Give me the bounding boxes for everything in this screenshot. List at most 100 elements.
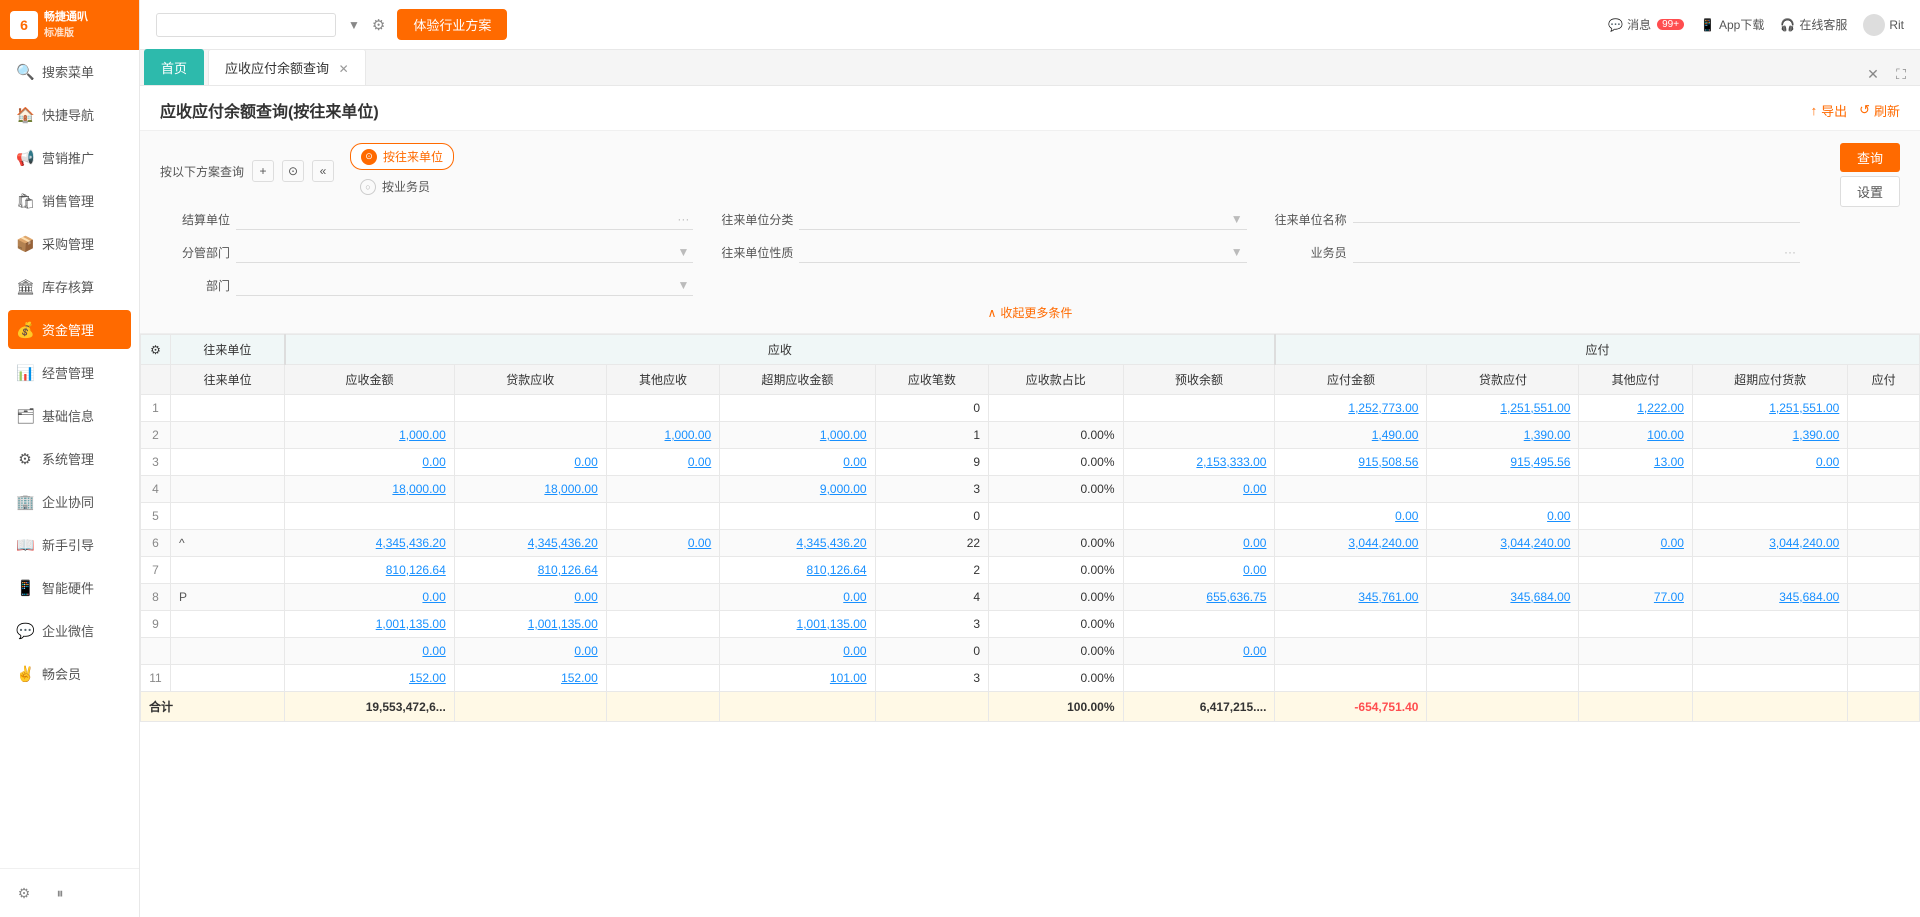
nature-input[interactable]: ▼ xyxy=(799,242,1246,263)
cell-ar_overdue[interactable]: 810,126.64 xyxy=(720,557,875,584)
department-input[interactable]: ▼ xyxy=(236,275,693,296)
cell-ar_overdue[interactable]: 0.00 xyxy=(720,638,875,665)
sidebar-item-member[interactable]: ✌ 畅会员 xyxy=(0,652,139,695)
cell-ar_overdue[interactable]: 0.00 xyxy=(720,449,875,476)
export-btn[interactable]: ↑ 导出 xyxy=(1811,101,1848,120)
table-settings-icon[interactable]: ⚙ xyxy=(150,343,161,357)
tab-close-icon[interactable]: ✕ xyxy=(339,62,349,76)
edit-scheme-btn[interactable]: ⊙ xyxy=(282,160,304,182)
cell-ap_overdue[interactable]: 345,684.00 xyxy=(1692,584,1847,611)
set-btn[interactable]: 设置 xyxy=(1840,176,1900,207)
sidebar-item-shortcut[interactable]: 🏠 快捷导航 xyxy=(0,93,139,136)
collapse-conditions-btn[interactable]: ∧ 收起更多条件 xyxy=(160,304,1900,321)
cell-ap_overdue[interactable]: 1,251,551.00 xyxy=(1692,395,1847,422)
cell-ar_other[interactable]: 0.00 xyxy=(606,530,719,557)
scheme1-option[interactable]: ⊙ 按往来单位 xyxy=(350,143,454,170)
app-download-btn[interactable]: 📱 App下载 xyxy=(1700,16,1764,33)
category-input[interactable]: ▼ xyxy=(799,209,1246,230)
cell-ap_amount[interactable]: 1,252,773.00 xyxy=(1275,395,1427,422)
sidebar-item-basic[interactable]: 🗂 基础信息 xyxy=(0,394,139,437)
cell-ap_other[interactable]: 1,222.00 xyxy=(1579,395,1692,422)
th-settings[interactable]: ⚙ xyxy=(141,335,171,365)
cell-ap_amount[interactable]: 0.00 xyxy=(1275,503,1427,530)
sidebar-item-purchase[interactable]: 📦 采购管理 xyxy=(0,222,139,265)
tab-home[interactable]: 首页 xyxy=(144,49,204,85)
cell-ar_amount[interactable]: 810,126.64 xyxy=(285,557,454,584)
sidebar-item-inventory[interactable]: 🏛 库存核算 xyxy=(0,265,139,308)
cell-ap_other[interactable]: 13.00 xyxy=(1579,449,1692,476)
cell-ar_overdue[interactable]: 1,000.00 xyxy=(720,422,875,449)
cell-advance[interactable]: 0.00 xyxy=(1123,530,1275,557)
cell-ar_loan[interactable]: 810,126.64 xyxy=(454,557,606,584)
user-menu[interactable]: Rit xyxy=(1863,14,1904,36)
query-btn[interactable]: 查询 xyxy=(1840,143,1900,172)
cell-ar_other[interactable]: 1,000.00 xyxy=(606,422,719,449)
cell-ap_amount[interactable]: 3,044,240.00 xyxy=(1275,530,1427,557)
sidebar-item-finance[interactable]: 💰 资金管理 xyxy=(8,310,131,349)
cell-ar_amount[interactable]: 1,001,135.00 xyxy=(285,611,454,638)
collapse-footer-btn[interactable]: ⏸ xyxy=(46,879,74,907)
cell-ar_overdue[interactable]: 9,000.00 xyxy=(720,476,875,503)
dept-input[interactable]: ▼ xyxy=(236,242,693,263)
cell-ap_other[interactable]: 100.00 xyxy=(1579,422,1692,449)
refresh-btn[interactable]: ↺ 刷新 xyxy=(1859,101,1900,120)
topbar-settings-icon[interactable]: ⚙ xyxy=(372,16,385,34)
sidebar-item-enterprise[interactable]: 🏢 企业协同 xyxy=(0,480,139,523)
cell-ar_amount[interactable]: 0.00 xyxy=(285,638,454,665)
cell-ar_overdue[interactable]: 1,001,135.00 xyxy=(720,611,875,638)
promo-btn[interactable]: 体验行业方案 xyxy=(397,9,507,40)
cell-ar_overdue[interactable]: 0.00 xyxy=(720,584,875,611)
sidebar-item-wechat[interactable]: 💬 企业微信 xyxy=(0,609,139,652)
sidebar-item-sales[interactable]: 🛍 销售管理 xyxy=(0,179,139,222)
cell-ar_loan[interactable]: 0.00 xyxy=(454,449,606,476)
cell-ap_loan[interactable]: 1,390.00 xyxy=(1427,422,1579,449)
settings-footer-btn[interactable]: ⚙ xyxy=(10,879,38,907)
cell-ap_amount[interactable]: 1,490.00 xyxy=(1275,422,1427,449)
cell-ap_other[interactable]: 77.00 xyxy=(1579,584,1692,611)
tab-query[interactable]: 应收应付余额查询 ✕ xyxy=(208,49,366,85)
sidebar-item-guide[interactable]: 📖 新手引导 xyxy=(0,523,139,566)
cell-ap_loan[interactable]: 915,495.56 xyxy=(1427,449,1579,476)
collapse-scheme-btn[interactable]: « xyxy=(312,160,334,182)
cell-ap_overdue[interactable]: 3,044,240.00 xyxy=(1692,530,1847,557)
cell-advance[interactable]: 0.00 xyxy=(1123,476,1275,503)
cell-ar_loan[interactable]: 0.00 xyxy=(454,584,606,611)
cell-ar_amount[interactable]: 4,345,436.20 xyxy=(285,530,454,557)
cell-ar_other[interactable]: 0.00 xyxy=(606,449,719,476)
cell-ap_overdue[interactable]: 1,390.00 xyxy=(1692,422,1847,449)
settlement-input[interactable]: ··· xyxy=(236,209,693,230)
cell-ap_overdue[interactable]: 0.00 xyxy=(1692,449,1847,476)
cell-ar_loan[interactable]: 152.00 xyxy=(454,665,606,692)
cell-ap_loan[interactable]: 3,044,240.00 xyxy=(1427,530,1579,557)
cell-ar_amount[interactable]: 18,000.00 xyxy=(285,476,454,503)
cell-ar_amount[interactable]: 0.00 xyxy=(285,584,454,611)
cell-advance[interactable]: 2,153,333.00 xyxy=(1123,449,1275,476)
sidebar-item-marketing[interactable]: 📢 营销推广 xyxy=(0,136,139,179)
topbar-dropdown-icon[interactable]: ▼ xyxy=(348,18,360,32)
maximize-window-btn[interactable]: ⛶ xyxy=(1890,63,1912,85)
cell-ar_overdue[interactable]: 101.00 xyxy=(720,665,875,692)
topbar-search-input[interactable] xyxy=(156,13,336,37)
cell-ar_overdue[interactable]: 4,345,436.20 xyxy=(720,530,875,557)
salesman-input[interactable]: ··· xyxy=(1353,242,1800,263)
cell-ar_amount[interactable]: 1,000.00 xyxy=(285,422,454,449)
sidebar-item-operation[interactable]: 📊 经营管理 xyxy=(0,351,139,394)
cell-ar_loan[interactable]: 1,001,135.00 xyxy=(454,611,606,638)
sidebar-item-hardware[interactable]: 📱 智能硬件 xyxy=(0,566,139,609)
cell-ap_loan[interactable]: 345,684.00 xyxy=(1427,584,1579,611)
close-window-btn[interactable]: ✕ xyxy=(1862,63,1884,85)
sidebar-item-system[interactable]: ⚙ 系统管理 xyxy=(0,437,139,480)
scheme2-option[interactable]: ○ 按业务员 xyxy=(350,174,454,199)
add-scheme-btn[interactable]: + xyxy=(252,160,274,182)
cell-advance[interactable]: 0.00 xyxy=(1123,557,1275,584)
online-service-btn[interactable]: 🎧 在线客服 xyxy=(1780,16,1847,33)
cell-ar_amount[interactable]: 0.00 xyxy=(285,449,454,476)
name-input[interactable] xyxy=(1353,216,1800,223)
cell-ap_amount[interactable]: 915,508.56 xyxy=(1275,449,1427,476)
cell-ar_amount[interactable]: 152.00 xyxy=(285,665,454,692)
sidebar-item-search[interactable]: 🔍 搜索菜单 xyxy=(0,50,139,93)
cell-ar_loan[interactable]: 4,345,436.20 xyxy=(454,530,606,557)
cell-ap_amount[interactable]: 345,761.00 xyxy=(1275,584,1427,611)
cell-ap_other[interactable]: 0.00 xyxy=(1579,530,1692,557)
cell-ar_loan[interactable]: 18,000.00 xyxy=(454,476,606,503)
